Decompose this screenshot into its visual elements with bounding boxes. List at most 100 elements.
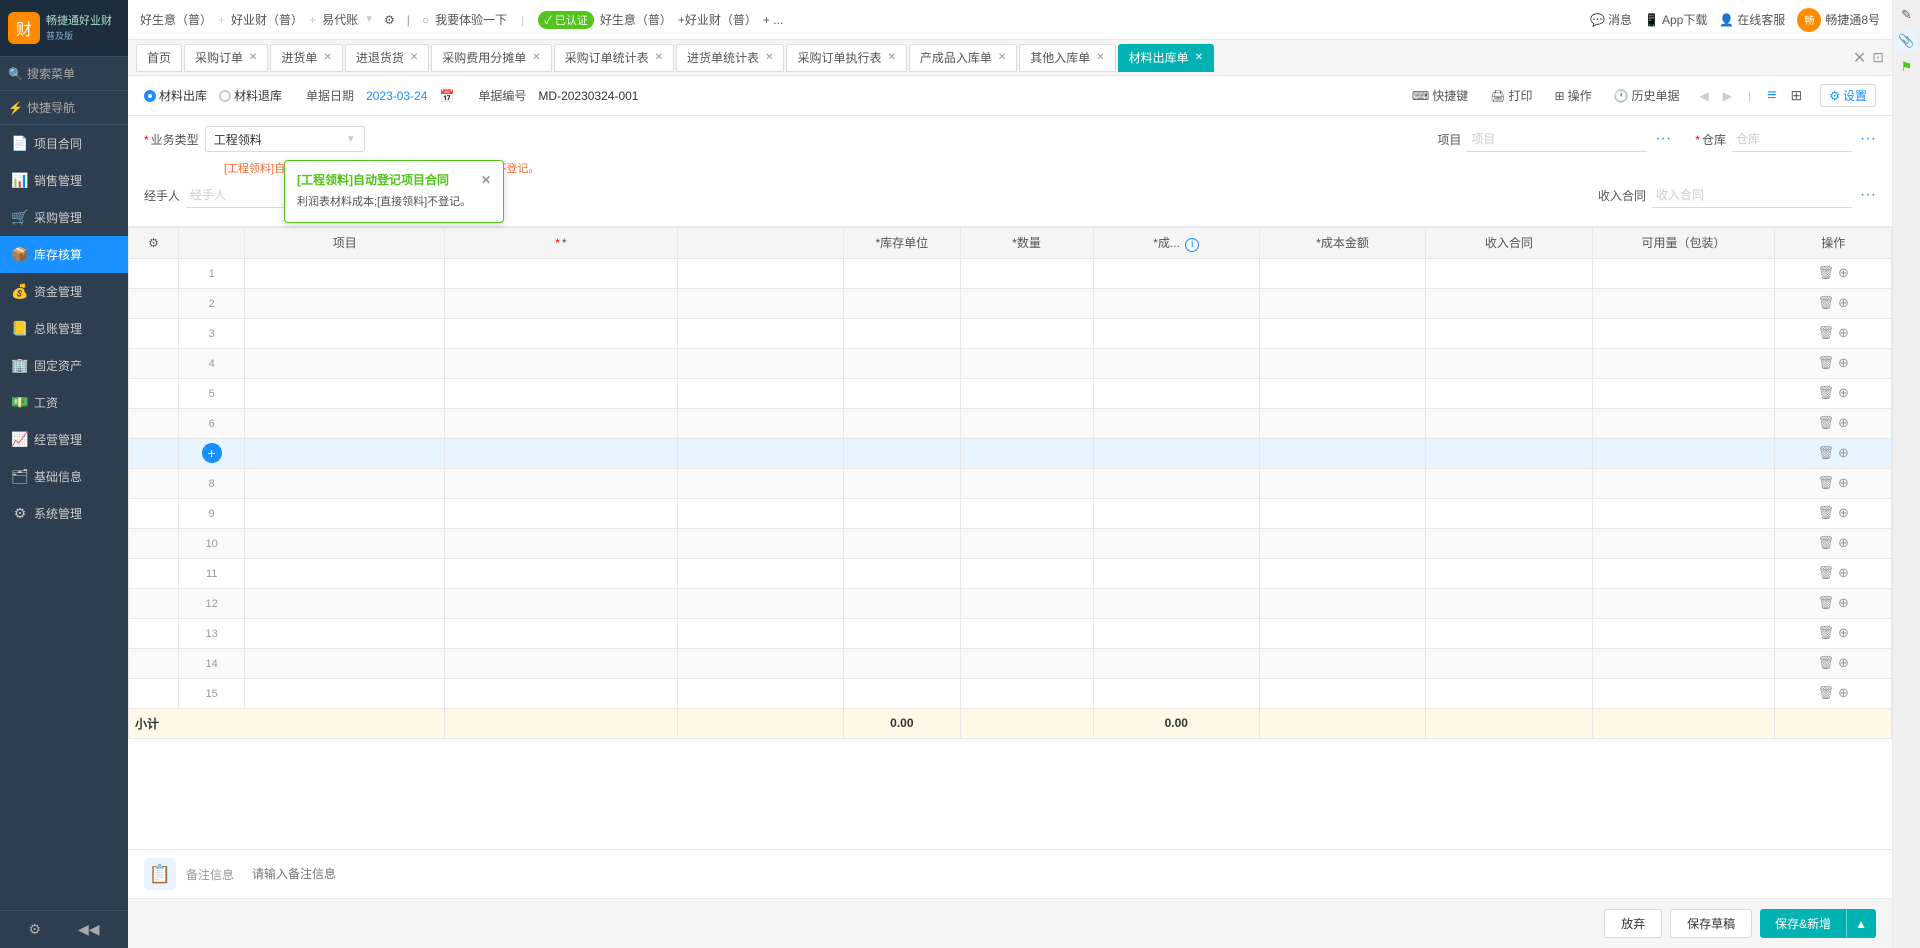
data-cell[interactable] xyxy=(1259,258,1425,288)
delete-row-icon[interactable]: 🗑 xyxy=(1818,295,1835,311)
data-cell[interactable] xyxy=(1426,318,1592,348)
sidebar-item-salary[interactable]: 💵 工资 xyxy=(0,384,128,421)
data-cell[interactable] xyxy=(245,498,445,528)
add-row-button[interactable]: + xyxy=(202,443,222,463)
data-cell[interactable] xyxy=(1093,408,1259,438)
data-cell[interactable] xyxy=(1093,558,1259,588)
data-cell[interactable] xyxy=(844,588,960,618)
tab-receipt-stat-close[interactable]: ✕ xyxy=(765,52,773,63)
delete-row-icon[interactable]: 🗑 xyxy=(1818,535,1835,551)
data-cell[interactable] xyxy=(1426,348,1592,378)
delete-row-icon[interactable]: 🗑 xyxy=(1818,565,1835,581)
tab-purchase-stat-close[interactable]: ✕ xyxy=(655,52,663,63)
sidebar-item-finance[interactable]: 💰 资金管理 xyxy=(0,273,128,310)
tab-home[interactable]: 首页 xyxy=(136,44,182,72)
data-cell[interactable] xyxy=(1259,498,1425,528)
data-cell[interactable] xyxy=(960,678,1093,708)
copy-row-icon[interactable]: ⊕ xyxy=(1838,595,1849,611)
data-cell[interactable] xyxy=(1259,528,1425,558)
data-cell[interactable] xyxy=(1426,498,1592,528)
data-cell[interactable] xyxy=(960,558,1093,588)
sidebar-item-ledger[interactable]: 📒 总账管理 xyxy=(0,310,128,347)
delete-row-icon[interactable]: 🗑 xyxy=(1818,595,1835,611)
history-btn[interactable]: 🕐 历史单据 xyxy=(1608,85,1686,106)
data-cell[interactable] xyxy=(444,288,677,318)
nav-more-arrow[interactable]: ▼ xyxy=(364,14,374,25)
data-cell[interactable] xyxy=(677,678,843,708)
project-input[interactable]: 项目 xyxy=(1467,126,1647,152)
data-cell[interactable] xyxy=(1259,408,1425,438)
page-settings-btn[interactable]: ⚙ 设置 xyxy=(1820,84,1876,107)
data-cell[interactable] xyxy=(245,408,445,438)
data-cell[interactable] xyxy=(444,408,677,438)
data-cell[interactable] xyxy=(1426,408,1592,438)
data-cell[interactable] xyxy=(444,378,677,408)
nav-item-2[interactable]: 好业财（普） xyxy=(231,11,303,28)
tab-window-controls[interactable]: ⊡ xyxy=(1872,49,1884,66)
data-cell[interactable] xyxy=(844,678,960,708)
copy-row-icon[interactable]: ⊕ xyxy=(1838,475,1849,491)
right-edit-icon[interactable]: ✎ xyxy=(1896,4,1918,26)
tab-expense-close[interactable]: ✕ xyxy=(532,52,540,63)
data-cell[interactable] xyxy=(844,288,960,318)
collapse-icon[interactable]: ◀◀ xyxy=(78,921,100,938)
data-cell[interactable] xyxy=(1093,588,1259,618)
tab-purchase-stat[interactable]: 采购订单统计表 ✕ xyxy=(554,44,674,72)
copy-row-icon[interactable]: ⊕ xyxy=(1838,655,1849,671)
data-cell[interactable] xyxy=(677,528,843,558)
tab-return-close[interactable]: ✕ xyxy=(410,52,418,63)
data-cell[interactable] xyxy=(844,438,960,468)
data-cell[interactable] xyxy=(844,318,960,348)
right-flag-icon[interactable]: ⚑ xyxy=(1896,56,1918,78)
col-settings-icon[interactable]: ⚙ xyxy=(148,236,159,250)
app-download-btn[interactable]: 📱 App下载 xyxy=(1644,11,1707,28)
note-input[interactable] xyxy=(252,867,1876,881)
tab-receipt-stat[interactable]: 进货单统计表 ✕ xyxy=(676,44,784,72)
data-cell[interactable] xyxy=(844,528,960,558)
note-icon[interactable]: 📋 xyxy=(144,858,176,890)
data-cell[interactable] xyxy=(844,378,960,408)
data-cell[interactable] xyxy=(444,348,677,378)
nav-more[interactable]: + ... xyxy=(763,13,783,27)
data-cell[interactable] xyxy=(677,288,843,318)
data-cell[interactable] xyxy=(444,258,677,288)
data-cell[interactable] xyxy=(844,348,960,378)
data-cell[interactable] xyxy=(1426,558,1592,588)
data-cell[interactable] xyxy=(444,438,677,468)
income-contract-more-btn[interactable]: ··· xyxy=(1860,186,1876,204)
data-cell[interactable] xyxy=(960,588,1093,618)
project-more-btn[interactable]: ··· xyxy=(1655,130,1671,148)
sidebar-item-project[interactable]: 📄 项目合同 xyxy=(0,125,128,162)
data-cell[interactable] xyxy=(245,378,445,408)
delete-row-icon[interactable]: 🗑 xyxy=(1818,415,1835,431)
data-cell[interactable] xyxy=(1259,558,1425,588)
data-cell[interactable] xyxy=(1592,648,1775,678)
data-cell[interactable] xyxy=(1592,528,1775,558)
data-cell[interactable] xyxy=(245,348,445,378)
data-cell[interactable] xyxy=(1592,378,1775,408)
delete-row-icon[interactable]: 🗑 xyxy=(1818,385,1835,401)
save-new-arrow-button[interactable]: ▲ xyxy=(1846,909,1876,938)
operate-btn[interactable]: ⊞ 操作 xyxy=(1549,85,1598,106)
data-cell[interactable] xyxy=(444,618,677,648)
online-service-btn[interactable]: 👤 在线客服 xyxy=(1719,11,1785,28)
data-cell[interactable] xyxy=(1093,318,1259,348)
data-cell[interactable] xyxy=(960,408,1093,438)
delete-row-icon[interactable]: 🗑 xyxy=(1818,505,1835,521)
radio-material-return[interactable]: 材料退库 xyxy=(219,87,282,104)
data-cell[interactable] xyxy=(1426,258,1592,288)
data-cell[interactable] xyxy=(444,678,677,708)
data-cell[interactable] xyxy=(444,528,677,558)
data-cell[interactable] xyxy=(1426,288,1592,318)
radio-material-out[interactable]: 材料出库 xyxy=(144,87,207,104)
data-cell[interactable] xyxy=(245,588,445,618)
data-cell[interactable] xyxy=(1426,678,1592,708)
shortcut-btn[interactable]: ⌨ 快捷键 xyxy=(1406,85,1474,106)
data-cell[interactable] xyxy=(1592,408,1775,438)
data-cell[interactable] xyxy=(1592,258,1775,288)
want-try-link[interactable]: 我要体验一下 xyxy=(435,11,507,28)
data-cell[interactable] xyxy=(677,378,843,408)
nav-item-3[interactable]: 易代账 xyxy=(322,11,358,28)
data-cell[interactable] xyxy=(1259,678,1425,708)
data-cell[interactable] xyxy=(444,468,677,498)
